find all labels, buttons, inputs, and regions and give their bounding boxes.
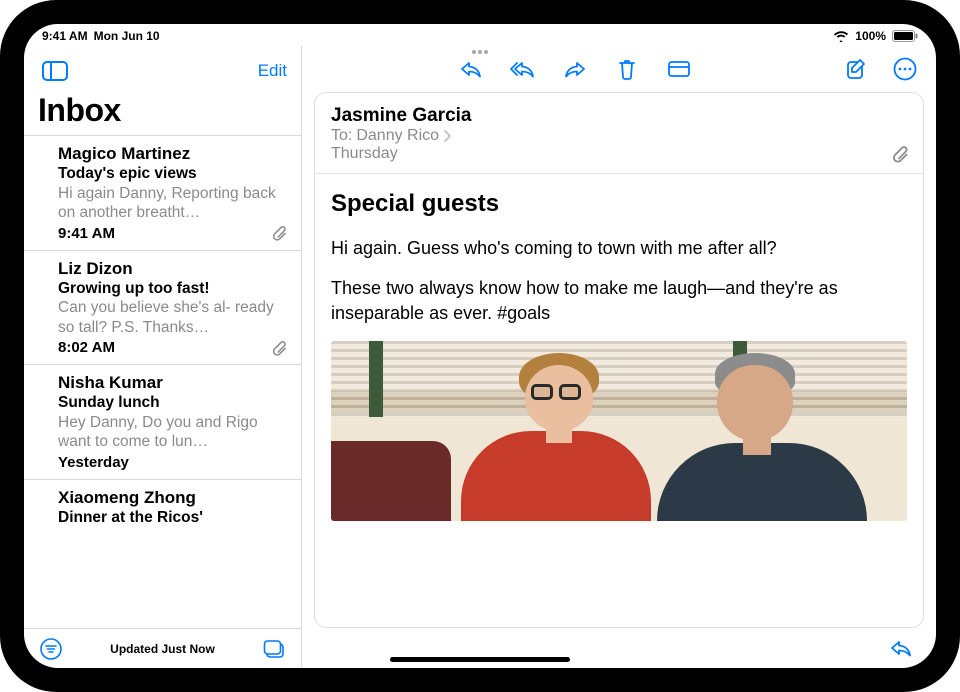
archive-button[interactable]	[662, 54, 696, 84]
list-item-from: Nisha Kumar	[58, 373, 287, 393]
screen: 9:41 AM Mon Jun 10 100%	[24, 24, 936, 668]
paperclip-icon	[273, 225, 287, 241]
list-item-subject: Dinner at the Ricos'	[58, 508, 287, 527]
more-button[interactable]	[888, 54, 922, 84]
mailbox-title: Inbox	[24, 90, 301, 135]
list-item-preview: Hi again Danny, Reporting back on anothe…	[58, 184, 287, 223]
forward-button[interactable]	[558, 54, 592, 84]
wifi-icon	[833, 30, 849, 42]
paperclip-icon	[893, 145, 909, 163]
status-time: 9:41 AM	[42, 29, 88, 43]
list-item[interactable]: Nisha Kumar Sunday lunch Hey Danny, Do y…	[24, 365, 301, 480]
filter-button[interactable]	[38, 634, 64, 664]
compose-button[interactable]	[840, 54, 874, 84]
toolbar	[302, 46, 936, 92]
list-item-time: 8:02 AM	[58, 339, 115, 356]
reply-button[interactable]	[454, 54, 488, 84]
sidebar-toggle-button[interactable]	[38, 56, 72, 86]
list-item-subject: Growing up too fast!	[58, 279, 287, 298]
content-area: Edit Inbox Magico Martinez Today's epic …	[24, 46, 936, 668]
sync-status: Updated Just Now	[110, 642, 215, 656]
quick-reply-button[interactable]	[884, 633, 918, 663]
home-indicator[interactable]	[390, 657, 570, 662]
list-item-subject: Sunday lunch	[58, 393, 287, 412]
battery-pct: 100%	[855, 29, 886, 43]
message-from: Jasmine Garcia	[331, 105, 907, 127]
list-item-time: 9:41 AM	[58, 225, 115, 242]
sidebar: Edit Inbox Magico Martinez Today's epic …	[24, 46, 302, 668]
status-bar: 9:41 AM Mon Jun 10 100%	[24, 24, 936, 46]
list-item-from: Liz Dizon	[58, 259, 287, 279]
list-item-from: Magico Martinez	[58, 144, 287, 164]
list-item-preview: Hey Danny, Do you and Rigo want to come …	[58, 413, 287, 452]
list-item[interactable]: Magico Martinez Today's epic views Hi ag…	[24, 136, 301, 251]
to-label: To:	[331, 127, 352, 145]
message-header[interactable]: Jasmine Garcia To: Danny Rico Thursday	[315, 93, 923, 174]
message-paragraph: Hi again. Guess who's coming to town wit…	[331, 236, 907, 260]
to-name: Danny Rico	[356, 127, 439, 145]
message-list[interactable]: Magico Martinez Today's epic views Hi ag…	[24, 135, 301, 628]
reading-pane: Jasmine Garcia To: Danny Rico Thursday	[302, 46, 936, 668]
mailboxes-button[interactable]	[261, 634, 287, 664]
list-item-time: Yesterday	[58, 454, 129, 471]
list-item[interactable]: Liz Dizon Growing up too fast! Can you b…	[24, 251, 301, 366]
trash-button[interactable]	[610, 54, 644, 84]
message-subject: Special guests	[331, 190, 907, 218]
list-item-subject: Today's epic views	[58, 164, 287, 183]
message-to-row[interactable]: To: Danny Rico	[331, 127, 907, 145]
message-card: Jasmine Garcia To: Danny Rico Thursday	[314, 92, 924, 628]
multitask-handle[interactable]	[462, 50, 498, 55]
message-attachment-image[interactable]	[331, 341, 907, 521]
battery-icon	[892, 30, 918, 42]
message-body[interactable]: Special guests Hi again. Guess who's com…	[315, 174, 923, 627]
list-item-from: Xiaomeng Zhong	[58, 488, 287, 508]
chevron-right-icon	[443, 130, 451, 142]
ipad-frame: 9:41 AM Mon Jun 10 100%	[0, 0, 960, 692]
list-item-preview: Can you believe she's al- ready so tall?…	[58, 298, 287, 337]
paperclip-icon	[273, 340, 287, 356]
edit-button[interactable]: Edit	[258, 61, 287, 81]
reply-all-button[interactable]	[506, 54, 540, 84]
list-item[interactable]: Xiaomeng Zhong Dinner at the Ricos'	[24, 480, 301, 536]
message-paragraph: These two always know how to make me lau…	[331, 276, 907, 325]
message-date: Thursday	[331, 145, 907, 163]
status-date: Mon Jun 10	[94, 29, 160, 43]
